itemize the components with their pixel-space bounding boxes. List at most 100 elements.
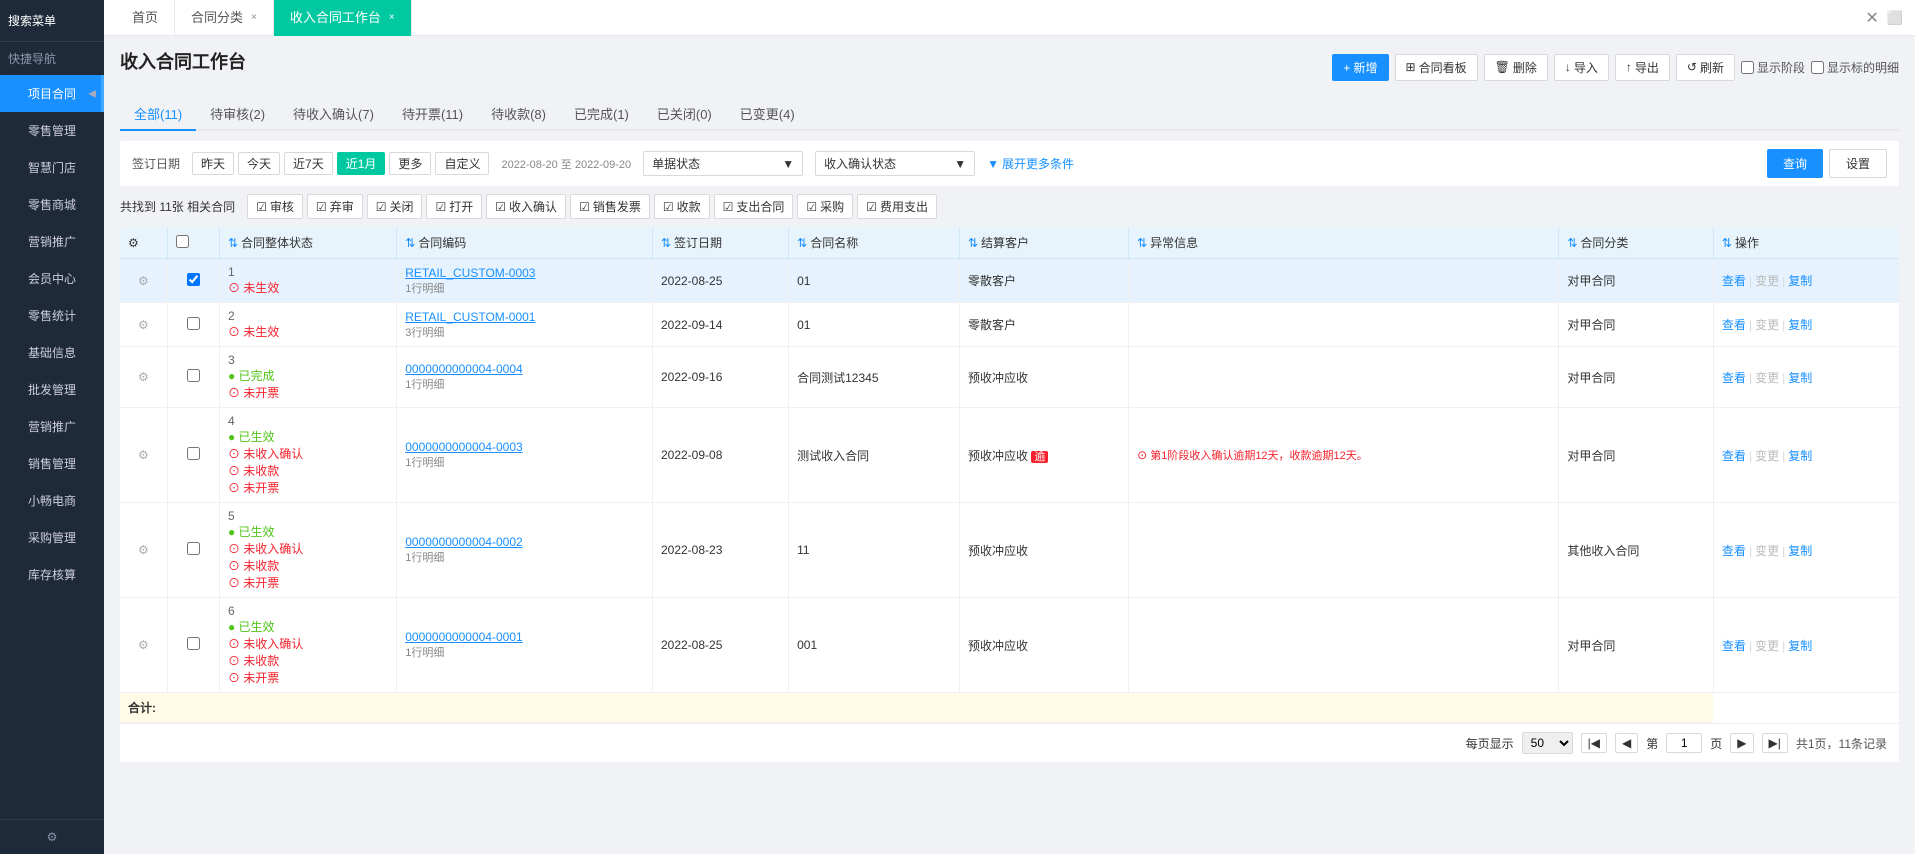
maximize-icon[interactable]: ⬜ <box>1887 10 1903 26</box>
sidebar-item-member-center[interactable]: 会员中心 <box>0 260 104 297</box>
first-page-button[interactable]: |◀ <box>1581 733 1607 753</box>
row-select-checkbox[interactable] <box>187 317 200 330</box>
action-btn-收入确认[interactable]: ☑ 收入确认 <box>486 194 566 219</box>
sidebar-item-marketing[interactable]: 营销推广 <box>0 223 104 260</box>
op-btn-查看[interactable]: 查看 <box>1722 274 1746 288</box>
op-btn-复制[interactable]: 复制 <box>1788 274 1812 288</box>
row-settings-icon[interactable]: ⚙ <box>138 638 149 652</box>
date-btn-近7天[interactable]: 近7天 <box>284 152 333 175</box>
close-window-icon[interactable]: ✕ <box>1865 8 1878 28</box>
date-btn-近1月[interactable]: 近1月 <box>337 152 386 175</box>
row-contract-code[interactable]: 0000000000004-00041行明细 <box>397 347 653 408</box>
filter-tab-completed[interactable]: 已完成(1) <box>560 98 643 131</box>
last-page-button[interactable]: ▶| <box>1762 733 1788 753</box>
date-btn-昨天[interactable]: 昨天 <box>192 152 234 175</box>
op-btn-查看[interactable]: 查看 <box>1722 544 1746 558</box>
row-contract-code[interactable]: RETAIL_CUSTOM-00013行明细 <box>397 303 653 347</box>
row-settings[interactable]: ⚙ <box>120 259 167 303</box>
sidebar-item-retail-mgmt[interactable]: 零售管理 <box>0 112 104 149</box>
col-header-1[interactable] <box>167 227 219 259</box>
row-select-checkbox[interactable] <box>187 369 200 382</box>
sidebar-item-wholesale-mgmt[interactable]: 批发管理 <box>0 371 104 408</box>
action-btn-弃审[interactable]: ☑ 弃审 <box>307 194 363 219</box>
filter-setting-button[interactable]: 设置 <box>1829 149 1887 178</box>
row-checkbox[interactable] <box>167 503 219 598</box>
row-checkbox[interactable] <box>167 408 219 503</box>
sidebar-item-inventory[interactable]: 库存核算 <box>0 556 104 593</box>
doc-status-select[interactable]: 单据状态 ▼ <box>643 151 803 176</box>
new-button[interactable]: + 新增 <box>1332 54 1388 81</box>
income-status-select[interactable]: 收入确认状态 ▼ <box>815 151 975 176</box>
contract-code-link[interactable]: 0000000000004-0001 <box>405 630 522 644</box>
op-btn-复制[interactable]: 复制 <box>1788 544 1812 558</box>
show-label-checkbox[interactable]: 显示标的明细 <box>1811 59 1899 76</box>
op-btn-复制[interactable]: 复制 <box>1788 318 1812 332</box>
row-settings[interactable]: ⚙ <box>120 347 167 408</box>
page-size-select[interactable]: 102050100 <box>1522 732 1573 754</box>
show-stage-checkbox[interactable]: 显示阶段 <box>1741 59 1805 76</box>
col-header-0[interactable]: ⚙ <box>120 227 167 259</box>
tab-income-workbench[interactable]: 收入合同工作台× <box>274 0 412 36</box>
page-input[interactable] <box>1666 733 1702 753</box>
row-select-checkbox[interactable] <box>187 447 200 460</box>
row-settings-icon[interactable]: ⚙ <box>138 448 149 462</box>
contract-code-link[interactable]: 0000000000004-0004 <box>405 362 522 376</box>
date-btn-自定义[interactable]: 自定义 <box>435 152 489 175</box>
sidebar-item-project-contract[interactable]: 项目合同◀ <box>0 75 104 112</box>
sidebar-item-sales-mgmt[interactable]: 销售管理 <box>0 445 104 482</box>
row-contract-code[interactable]: 0000000000004-00031行明细 <box>397 408 653 503</box>
action-btn-销售发票[interactable]: ☑ 销售发票 <box>570 194 650 219</box>
date-btn-更多[interactable]: 更多 <box>389 152 431 175</box>
filter-tab-all[interactable]: 全部(11) <box>120 98 196 131</box>
row-contract-code[interactable]: RETAIL_CUSTOM-00031行明细 <box>397 259 653 303</box>
action-btn-费用支出[interactable]: ☑ 费用支出 <box>857 194 937 219</box>
sidebar-search[interactable]: 搜索菜单 <box>0 0 104 42</box>
row-select-checkbox[interactable] <box>187 637 200 650</box>
op-btn-查看[interactable]: 查看 <box>1722 639 1746 653</box>
row-checkbox[interactable] <box>167 347 219 408</box>
filter-tab-pending-review[interactable]: 待审核(2) <box>196 98 279 131</box>
sidebar-item-marketing2[interactable]: 营销推广 <box>0 408 104 445</box>
row-settings[interactable]: ⚙ <box>120 408 167 503</box>
contract-code-link[interactable]: RETAIL_CUSTOM-0003 <box>405 266 535 280</box>
action-btn-关闭[interactable]: ☑ 关闭 <box>367 194 423 219</box>
action-btn-采购[interactable]: ☑ 采购 <box>797 194 853 219</box>
row-settings-icon[interactable]: ⚙ <box>138 543 149 557</box>
contract-code-link[interactable]: 0000000000004-0003 <box>405 440 522 454</box>
op-btn-查看[interactable]: 查看 <box>1722 371 1746 385</box>
expand-conditions[interactable]: ▼ 展开更多条件 <box>987 155 1074 172</box>
sidebar-settings[interactable]: ⚙ <box>0 819 104 854</box>
row-settings-icon[interactable]: ⚙ <box>138 274 149 288</box>
row-checkbox[interactable] <box>167 598 219 693</box>
op-btn-查看[interactable]: 查看 <box>1722 449 1746 463</box>
action-btn-支出合同[interactable]: ☑ 支出合同 <box>714 194 794 219</box>
action-btn-审核[interactable]: ☑ 审核 <box>247 194 303 219</box>
settings-icon[interactable]: ⚙ <box>128 236 139 250</box>
filter-tab-pending-collect[interactable]: 待收款(8) <box>477 98 560 131</box>
sidebar-item-smart-store[interactable]: 智慧门店 <box>0 149 104 186</box>
row-select-checkbox[interactable] <box>187 542 200 555</box>
filter-tab-changed[interactable]: 已变更(4) <box>726 98 809 131</box>
sidebar-item-retail-mall[interactable]: 零售商城 <box>0 186 104 223</box>
op-btn-复制[interactable]: 复制 <box>1788 371 1812 385</box>
action-btn-打开[interactable]: ☑ 打开 <box>426 194 482 219</box>
action-btn-收款[interactable]: ☑ 收款 <box>654 194 710 219</box>
row-select-checkbox[interactable] <box>187 273 200 286</box>
row-checkbox[interactable] <box>167 303 219 347</box>
date-btn-今天[interactable]: 今天 <box>238 152 280 175</box>
filter-tab-pending-invoice[interactable]: 待开票(11) <box>388 98 477 131</box>
op-btn-复制[interactable]: 复制 <box>1788 449 1812 463</box>
row-contract-code[interactable]: 0000000000004-00021行明细 <box>397 503 653 598</box>
filter-tab-pending-confirm[interactable]: 待收入确认(7) <box>279 98 388 131</box>
refresh-button[interactable]: ↺ 刷新 <box>1676 54 1735 81</box>
query-button[interactable]: 查询 <box>1767 149 1823 178</box>
prev-page-button[interactable]: ◀ <box>1615 733 1638 753</box>
tab-home[interactable]: 首页 <box>116 0 175 36</box>
delete-button[interactable]: 🗑 删除 <box>1484 54 1548 81</box>
kanban-button[interactable]: ⊞ 合同看板 <box>1395 54 1478 81</box>
next-page-button[interactable]: ▶ <box>1730 733 1753 753</box>
row-settings-icon[interactable]: ⚙ <box>138 318 149 332</box>
tab-close-icon[interactable]: × <box>389 0 395 36</box>
row-settings[interactable]: ⚙ <box>120 598 167 693</box>
import-button[interactable]: ↓ 导入 <box>1554 54 1609 81</box>
